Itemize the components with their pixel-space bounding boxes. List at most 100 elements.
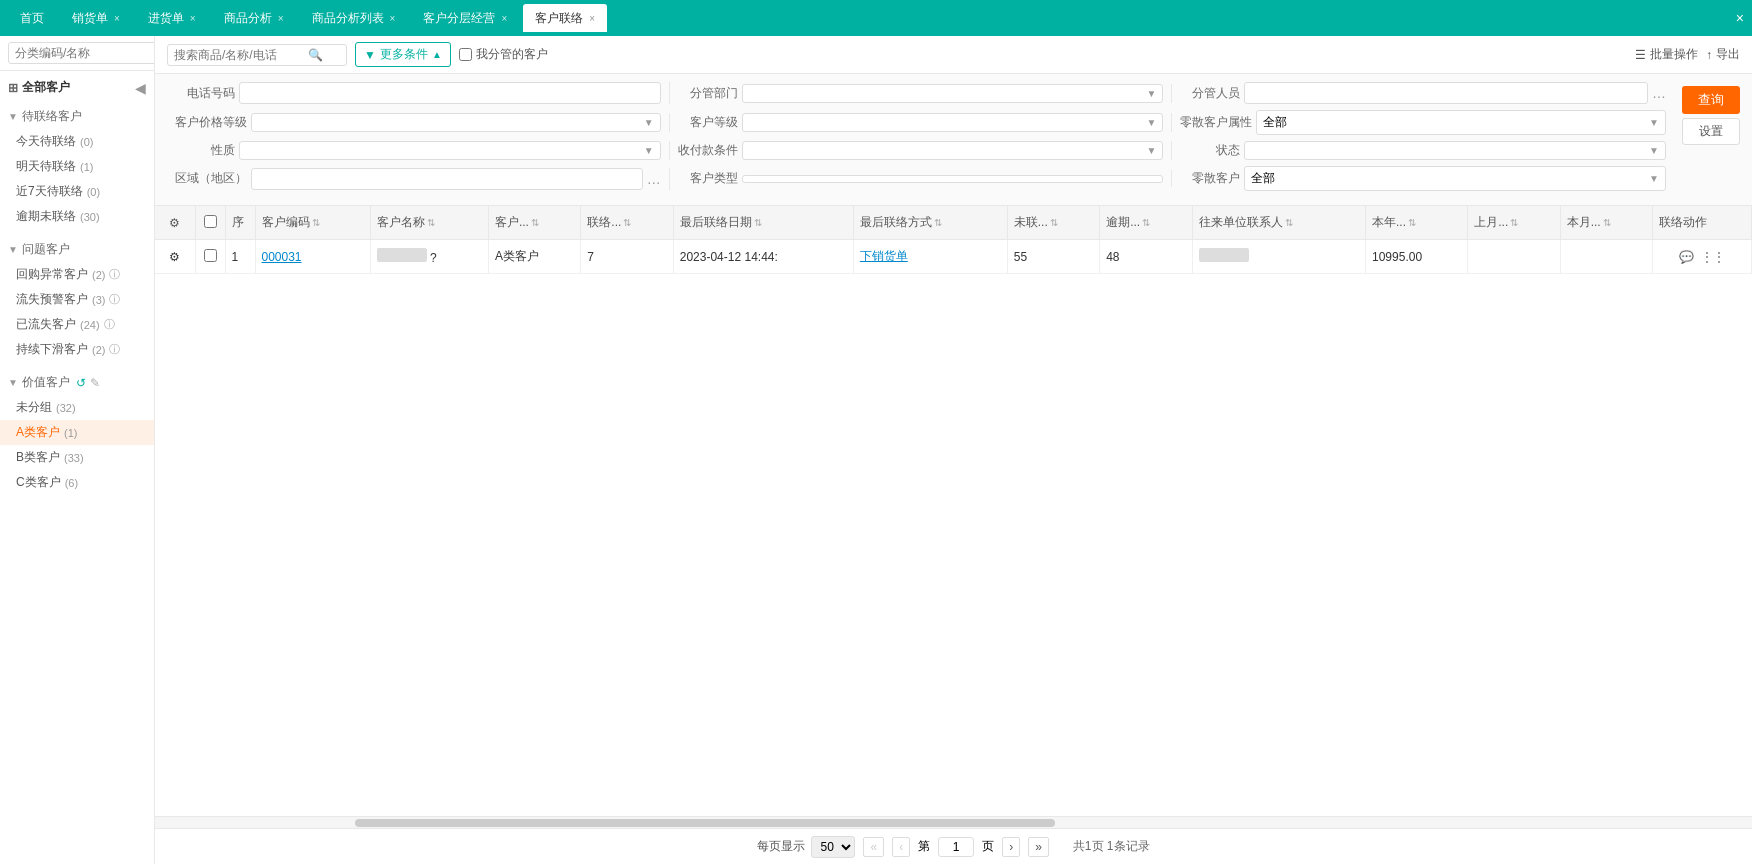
sidebar-item-today-pending[interactable]: 今天待联络 (0) xyxy=(0,129,154,154)
pagination-bar: 每页显示 50 « ‹ 第 页 › » 共1页 1条记录 xyxy=(155,828,1752,864)
phone-input[interactable] xyxy=(239,82,661,104)
sidebar-item-tomorrow-pending[interactable]: 明天待联络 (1) xyxy=(0,154,154,179)
my-customers-checkbox[interactable] xyxy=(459,48,472,61)
col-checkbox[interactable] xyxy=(195,206,225,240)
retail-select[interactable]: 全部 ▼ xyxy=(1244,166,1666,191)
refresh-icon[interactable]: ↺ xyxy=(76,376,86,390)
sidebar-all-customers[interactable]: ⊞ 全部客户 xyxy=(8,79,70,96)
col-name[interactable]: 客户名称 ⇅ xyxy=(370,206,488,240)
sidebar-item-class-a[interactable]: A类客户 (1) xyxy=(0,420,154,445)
sidebar-collapse-button[interactable]: ◀ xyxy=(135,80,146,96)
tab-customer-contact[interactable]: 客户联络 × xyxy=(523,4,607,32)
my-customers-filter[interactable]: 我分管的客户 xyxy=(459,46,548,63)
tab-purchase-close[interactable]: × xyxy=(190,13,196,24)
sidebar-item-declining[interactable]: 持续下滑客户 (2) ⓘ xyxy=(0,337,154,362)
region-dots-icon[interactable]: … xyxy=(647,171,661,187)
query-button[interactable]: 查询 xyxy=(1682,86,1740,114)
col-overdue[interactable]: 逾期... ⇅ xyxy=(1100,206,1192,240)
col-this-year[interactable]: 本年... ⇅ xyxy=(1366,206,1468,240)
tab-segment-close[interactable]: × xyxy=(501,13,507,24)
first-page-button[interactable]: « xyxy=(863,837,884,857)
page-number-input[interactable] xyxy=(938,837,974,857)
horizontal-scrollbar[interactable] xyxy=(155,816,1752,828)
main-search-icon[interactable]: 🔍 xyxy=(308,48,323,62)
tab-customer-segment[interactable]: 客户分层经营 × xyxy=(411,4,519,32)
sidebar-item-churn-warning[interactable]: 流失预警客户 (3) ⓘ xyxy=(0,287,154,312)
sidebar-item-7days-pending[interactable]: 近7天待联络 (0) xyxy=(0,179,154,204)
customer-type-select[interactable] xyxy=(742,175,1164,183)
main-search-input[interactable] xyxy=(174,48,304,62)
setting-button[interactable]: 设置 xyxy=(1682,118,1740,145)
col-unlink-days[interactable]: 未联... ⇅ xyxy=(1007,206,1099,240)
manager-dots-icon[interactable]: … xyxy=(1652,85,1666,101)
manager-input[interactable] xyxy=(1244,82,1648,104)
main-search-box[interactable]: 🔍 xyxy=(167,44,347,66)
row-last-method[interactable]: 下销货单 xyxy=(853,240,1007,274)
sort-icon-last-date: ⇅ xyxy=(754,217,762,228)
sidebar-section-pending-title[interactable]: ▼ 待联络客户 xyxy=(0,104,154,129)
message-action-icon[interactable]: 💬 xyxy=(1679,250,1694,264)
select-all-checkbox[interactable] xyxy=(204,215,217,228)
pending-arrow-icon: ▼ xyxy=(8,111,18,122)
export-button[interactable]: ↑ 导出 xyxy=(1706,46,1740,63)
sort-icon-contact2: ⇅ xyxy=(1285,217,1293,228)
tab-product-analysis[interactable]: 商品分析 × xyxy=(212,4,296,32)
row-checkbox-cell[interactable] xyxy=(195,240,225,274)
page-size-area: 每页显示 50 xyxy=(757,836,855,858)
tab-product-list-close[interactable]: × xyxy=(390,13,396,24)
batch-op-label: 批量操作 xyxy=(1650,46,1698,63)
batch-operation-button[interactable]: ☰ 批量操作 xyxy=(1635,46,1698,63)
category-search-input[interactable] xyxy=(8,42,155,64)
more-conditions-button[interactable]: ▼ 更多条件 ▲ xyxy=(355,42,451,67)
tab-product-analysis-close[interactable]: × xyxy=(278,13,284,24)
col-gear[interactable]: ⚙ xyxy=(155,206,195,240)
sidebar-item-unclassified[interactable]: 未分组 (32) xyxy=(0,395,154,420)
tab-sales-close[interactable]: × xyxy=(114,13,120,24)
next-page-button[interactable]: › xyxy=(1002,837,1020,857)
sidebar-item-churned[interactable]: 已流失客户 (24) ⓘ xyxy=(0,312,154,337)
row-gear-cell[interactable]: ⚙ xyxy=(155,240,195,274)
row-code[interactable]: 000031 xyxy=(255,240,370,274)
gear-icon[interactable]: ⚙ xyxy=(169,216,180,230)
sidebar-item-overdue-contact[interactable]: 逾期未联络 (30) xyxy=(0,204,154,229)
close-all-button[interactable]: × xyxy=(1736,10,1744,26)
payment-select[interactable]: ▼ xyxy=(742,141,1164,160)
tab-sales-order[interactable]: 销货单 × xyxy=(60,4,132,32)
nature-select[interactable]: ▼ xyxy=(239,141,661,160)
sidebar-item-class-b[interactable]: B类客户 (33) xyxy=(0,445,154,470)
row-code-link[interactable]: 000031 xyxy=(262,250,302,264)
scrollbar-thumb[interactable] xyxy=(355,819,1055,827)
tab-product-analysis-list[interactable]: 商品分析列表 × xyxy=(300,4,408,32)
status-select[interactable]: ▼ xyxy=(1244,141,1666,160)
tab-purchase-order[interactable]: 进货单 × xyxy=(136,4,208,32)
retail-attr-select[interactable]: 全部 ▼ xyxy=(1256,110,1666,135)
col-last-month[interactable]: 上月... ⇅ xyxy=(1468,206,1560,240)
col-level[interactable]: 客户... ⇅ xyxy=(488,206,580,240)
col-last-method[interactable]: 最后联络方式 ⇅ xyxy=(853,206,1007,240)
price-level-select[interactable]: ▼ xyxy=(251,113,661,132)
sidebar-item-abnormal-repurchase[interactable]: 回购异常客户 (2) ⓘ xyxy=(0,262,154,287)
last-page-button[interactable]: » xyxy=(1028,837,1049,857)
dept-select[interactable]: ▼ xyxy=(742,84,1164,103)
tomorrow-pending-label: 明天待联络 xyxy=(16,158,76,175)
col-contact[interactable]: 联络... ⇅ xyxy=(581,206,673,240)
row-checkbox[interactable] xyxy=(204,249,217,262)
prev-page-button[interactable]: ‹ xyxy=(892,837,910,857)
col-code[interactable]: 客户编码 ⇅ xyxy=(255,206,370,240)
col-last-date[interactable]: 最后联络日期 ⇅ xyxy=(673,206,853,240)
col-contact2[interactable]: 往来单位联系人 ⇅ xyxy=(1192,206,1365,240)
sidebar-section-problem-title[interactable]: ▼ 问题客户 xyxy=(0,237,154,262)
sidebar-section-value-title[interactable]: ▼ 价值客户 ↺ ✎ xyxy=(0,370,154,395)
region-input[interactable] xyxy=(251,168,643,190)
link-action-icon[interactable]: ⋮⋮ xyxy=(1701,250,1725,264)
tab-contact-close[interactable]: × xyxy=(589,13,595,24)
tab-home[interactable]: 首页 xyxy=(8,4,56,32)
page-size-select[interactable]: 50 xyxy=(811,836,855,858)
customer-level-select[interactable]: ▼ xyxy=(742,113,1164,132)
last-method-link[interactable]: 下销货单 xyxy=(860,249,908,263)
sidebar-item-class-c[interactable]: C类客户 (6) xyxy=(0,470,154,495)
abnormal-repurchase-count: (2) xyxy=(92,269,105,281)
tab-home-label: 首页 xyxy=(20,10,44,27)
edit-icon[interactable]: ✎ xyxy=(90,376,100,390)
col-this-month[interactable]: 本月... ⇅ xyxy=(1560,206,1652,240)
